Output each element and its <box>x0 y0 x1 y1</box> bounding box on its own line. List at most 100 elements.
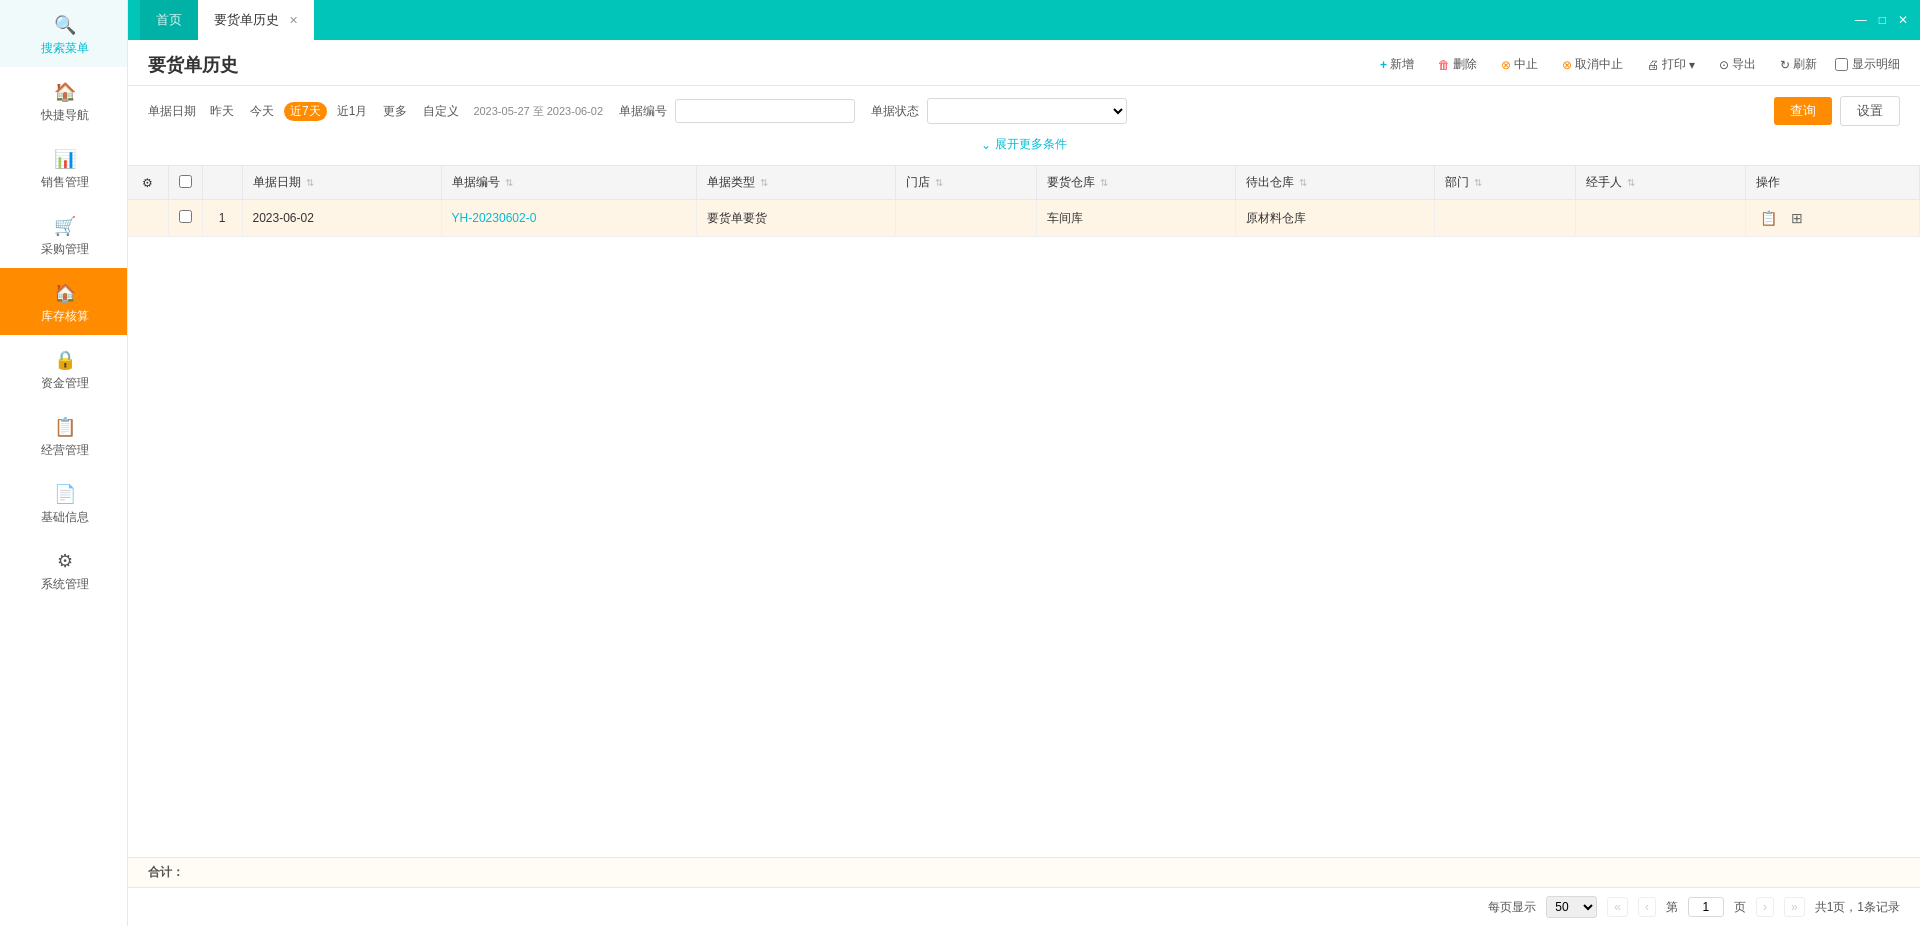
sidebar-item-finance[interactable]: 🔒 资金管理 <box>0 335 127 402</box>
col-req-wh-sort-icon[interactable]: ⇅ <box>1100 177 1108 188</box>
row-req-warehouse: 车间库 <box>1037 200 1236 237</box>
stop-button[interactable]: ⊗ 中止 <box>1495 52 1544 77</box>
sidebar-item-label: 库存核算 <box>41 308 89 325</box>
sidebar-item-sales[interactable]: 📊 销售管理 <box>0 134 127 201</box>
query-button[interactable]: 查询 <box>1774 97 1832 125</box>
col-docno-sort-icon[interactable]: ⇅ <box>505 177 513 188</box>
page-number-input[interactable] <box>1688 897 1724 917</box>
next-page-btn[interactable]: › <box>1756 897 1774 917</box>
sidebar-item-purchase[interactable]: 🛒 采购管理 <box>0 201 127 268</box>
footer-total-label: 合计： <box>148 864 184 881</box>
settings-button[interactable]: 设置 <box>1840 96 1900 126</box>
top-bar: 首页 要货单历史 ✕ — □ ✕ <box>128 0 1920 40</box>
print-chevron-icon: ▾ <box>1689 58 1695 72</box>
col-docno: 单据编号 ⇅ <box>441 166 697 200</box>
last-page-btn[interactable]: » <box>1784 897 1805 917</box>
search-menu-icon: 🔍 <box>54 14 76 36</box>
export-icon: ⊙ <box>1719 58 1729 72</box>
show-detail-label: 显示明细 <box>1852 56 1900 73</box>
sidebar-item-label: 基础信息 <box>41 509 89 526</box>
col-store-sort-icon[interactable]: ⇅ <box>935 177 943 188</box>
show-detail-checkbox[interactable] <box>1835 58 1848 71</box>
main-area: 首页 要货单历史 ✕ — □ ✕ 要货单历史 + 新增 🗑 删除 <box>128 0 1920 926</box>
col-actions: 操作 <box>1745 166 1919 200</box>
page-title: 要货单历史 <box>148 53 1374 77</box>
col-doctype-sort-icon[interactable]: ⇅ <box>760 177 768 188</box>
close-btn[interactable]: ✕ <box>1898 13 1908 27</box>
sidebar-item-quicknav[interactable]: 🏠 快捷导航 <box>0 67 127 134</box>
maximize-btn[interactable]: □ <box>1879 13 1886 27</box>
sidebar: 🔍 搜索菜单 🏠 快捷导航 📊 销售管理 🛒 采购管理 🏠 库存核算 🔒 资金管… <box>0 0 128 926</box>
col-date-label: 单据日期 <box>253 175 301 189</box>
row-actions: 📋 ⊞ <box>1745 200 1919 237</box>
tab-home[interactable]: 首页 <box>140 0 198 40</box>
delete-icon: 🗑 <box>1438 58 1450 72</box>
tab-requisition-history[interactable]: 要货单历史 ✕ <box>198 0 314 40</box>
date-range-display: 2023-05-27 至 2023-06-02 <box>473 104 603 119</box>
sidebar-item-label: 销售管理 <box>41 174 89 191</box>
col-dept-sort-icon[interactable]: ⇅ <box>1474 177 1482 188</box>
export-button[interactable]: ⊙ 导出 <box>1713 52 1762 77</box>
minimize-btn[interactable]: — <box>1855 13 1867 27</box>
page-header: 要货单历史 + 新增 🗑 删除 ⊗ 中止 ⊗ 取消中止 <box>128 40 1920 86</box>
sidebar-item-label: 经营管理 <box>41 442 89 459</box>
row-docno: YH-20230602-0 <box>441 200 697 237</box>
col-pending-warehouse: 待出仓库 ⇅ <box>1236 166 1435 200</box>
docno-filter-group: 单据编号 <box>619 99 855 123</box>
col-date-sort-icon[interactable]: ⇅ <box>306 177 314 188</box>
prev-page-btn[interactable]: ‹ <box>1638 897 1656 917</box>
col-checkbox <box>168 166 202 200</box>
row-department <box>1434 200 1575 237</box>
new-button[interactable]: + 新增 <box>1374 52 1420 77</box>
docno-input[interactable] <box>675 99 855 123</box>
sidebar-item-inventory[interactable]: 🏠 库存核算 <box>0 268 127 335</box>
col-settings[interactable]: ⚙ <box>128 166 168 200</box>
tab-close-icon[interactable]: ✕ <box>289 14 298 27</box>
status-select[interactable] <box>927 98 1127 124</box>
delete-button[interactable]: 🗑 删除 <box>1432 52 1483 77</box>
sidebar-item-label: 资金管理 <box>41 375 89 392</box>
per-page-select[interactable]: 50 10 20 100 <box>1546 896 1597 918</box>
row-date: 2023-06-02 <box>242 200 441 237</box>
refresh-label: 刷新 <box>1793 56 1817 73</box>
doc-link[interactable]: YH-20230602-0 <box>452 211 537 225</box>
row-check-input[interactable] <box>179 210 192 223</box>
print-button[interactable]: 🖨 打印 ▾ <box>1641 52 1701 77</box>
row-edit-btn[interactable]: 📋 <box>1756 208 1781 228</box>
sales-icon: 📊 <box>54 148 76 170</box>
shortcut-yesterday[interactable]: 昨天 <box>204 102 240 121</box>
shortcut-1month[interactable]: 近1月 <box>331 102 374 121</box>
shortcut-7days[interactable]: 近7天 <box>284 102 327 121</box>
col-pending-wh-sort-icon[interactable]: ⇅ <box>1299 177 1307 188</box>
cancel-stop-button[interactable]: ⊗ 取消中止 <box>1556 52 1629 77</box>
col-req-wh-label: 要货仓库 <box>1047 175 1095 189</box>
print-label: 打印 <box>1662 56 1686 73</box>
cancel-stop-label: 取消中止 <box>1575 56 1623 73</box>
page-label: 第 <box>1666 899 1678 916</box>
expand-more-btn[interactable]: ⌄ 展开更多条件 <box>148 134 1900 155</box>
shortcut-today[interactable]: 今天 <box>244 102 280 121</box>
row-doctype: 要货单要货 <box>697 200 896 237</box>
sidebar-item-system[interactable]: ⚙ 系统管理 <box>0 536 127 603</box>
stop-icon: ⊗ <box>1501 58 1511 72</box>
refresh-button[interactable]: ↻ 刷新 <box>1774 52 1823 77</box>
first-page-btn[interactable]: « <box>1607 897 1628 917</box>
sidebar-item-search[interactable]: 🔍 搜索菜单 <box>0 0 127 67</box>
sidebar-item-operation[interactable]: 📋 经营管理 <box>0 402 127 469</box>
total-info: 共1页，1条记录 <box>1815 899 1900 916</box>
shortcut-more[interactable]: 更多 <box>377 102 413 121</box>
table-header-row: ⚙ 单据日期 ⇅ 单据编号 ⇅ <box>128 166 1920 200</box>
refresh-icon: ↻ <box>1780 58 1790 72</box>
row-delete-btn[interactable]: ⊞ <box>1787 208 1807 228</box>
show-detail-toggle[interactable]: 显示明细 <box>1835 56 1900 73</box>
sidebar-item-label: 采购管理 <box>41 241 89 258</box>
plus-icon: + <box>1380 58 1387 72</box>
col-handler-sort-icon[interactable]: ⇅ <box>1627 177 1635 188</box>
pagination-bar: 每页显示 50 10 20 100 « ‹ 第 页 › » 共1页，1条记录 <box>128 887 1920 926</box>
row-seq: 1 <box>202 200 242 237</box>
toolbar: + 新增 🗑 删除 ⊗ 中止 ⊗ 取消中止 🖨 打印 <box>1374 52 1900 77</box>
sidebar-item-basicinfo[interactable]: 📄 基础信息 <box>0 469 127 536</box>
expand-chevron-icon: ⌄ <box>981 138 991 152</box>
select-all-checkbox[interactable] <box>179 175 192 188</box>
shortcut-custom[interactable]: 自定义 <box>417 102 465 121</box>
